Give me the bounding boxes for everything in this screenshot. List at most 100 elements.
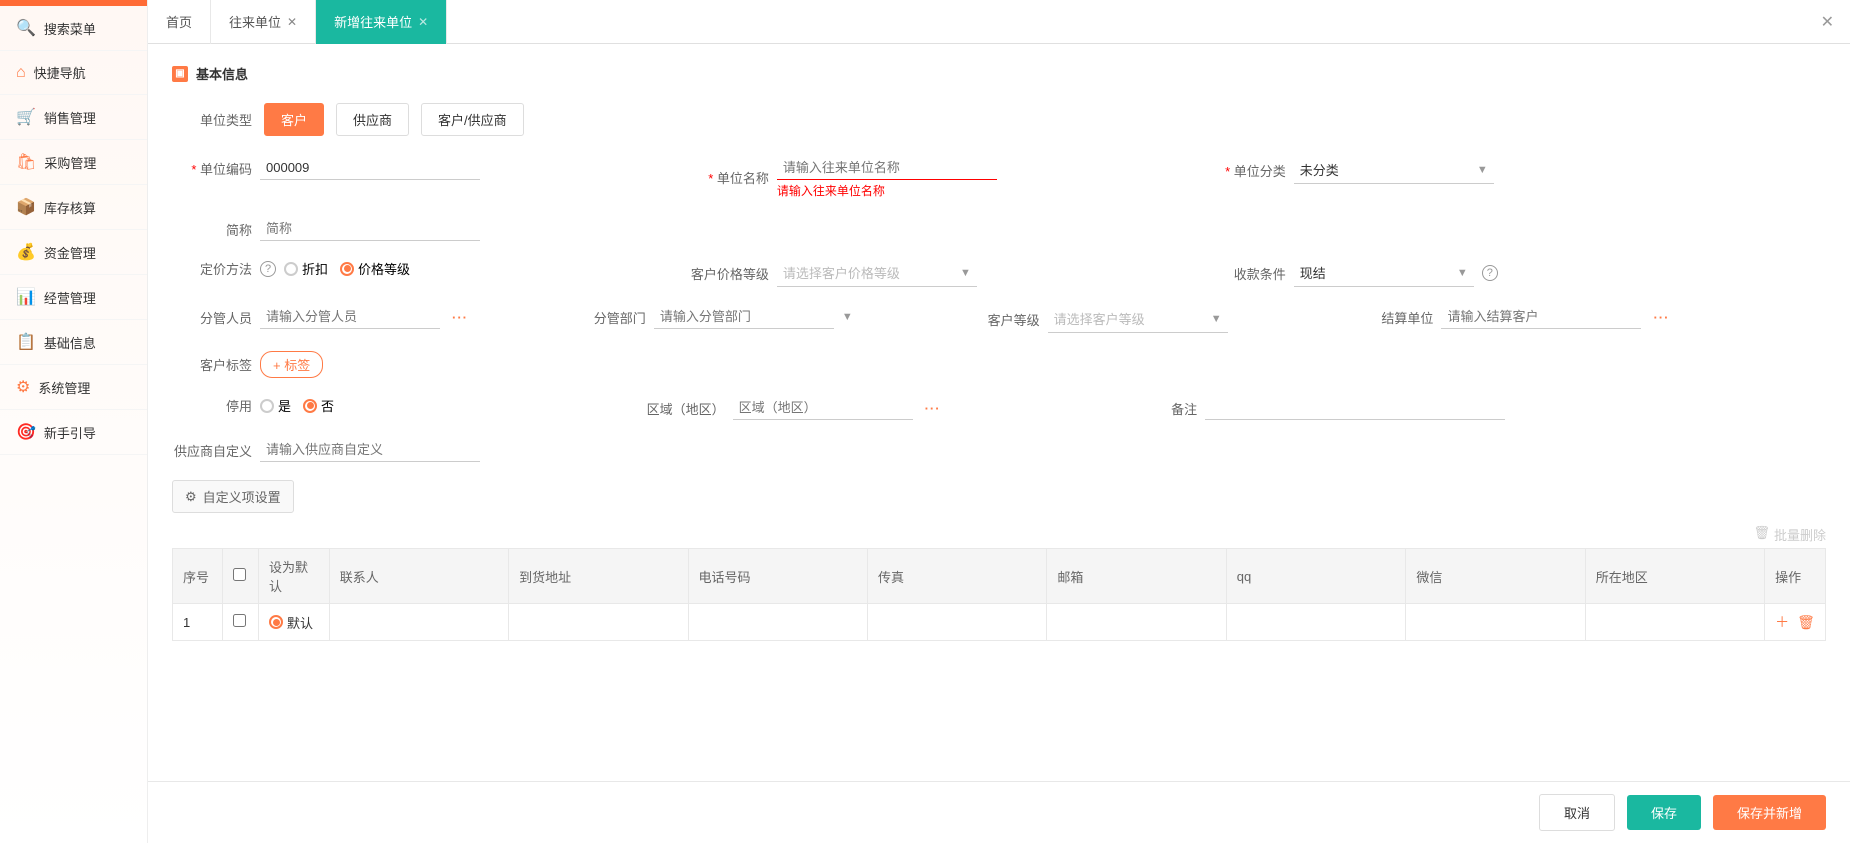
customer-tag-label: 客户标签 <box>172 355 252 374</box>
form-row-shortname: 简称 <box>172 217 1826 241</box>
disable-radio-no-label: 否 <box>321 396 334 415</box>
manager-label: 分管人员 <box>172 308 252 327</box>
phone-input[interactable] <box>699 615 857 630</box>
customer-price-level-select[interactable]: 请选择客户价格等级 ▼ <box>777 259 977 287</box>
sidebar-item-label: 搜索菜单 <box>44 19 96 38</box>
unit-category-label: 单位分类 <box>1206 161 1286 180</box>
pricing-radio-level-label: 价格等级 <box>358 259 410 278</box>
add-tag-button[interactable]: + 标签 <box>260 351 323 378</box>
col-fax: 传真 <box>867 549 1046 604</box>
row-checkbox[interactable] <box>233 614 246 627</box>
form-row-manager: 分管人员 ··· 分管部门 ▼ 客户等级 请选择客户等级 ▼ 结算单位 ··· <box>172 305 1826 333</box>
sidebar-item-inventory[interactable]: 📦 库存核算 <box>0 185 147 230</box>
customer-level-select[interactable]: 请选择客户等级 ▼ <box>1048 305 1228 333</box>
cell-email[interactable] <box>1047 604 1226 641</box>
col-qq: qq <box>1226 549 1406 604</box>
region-input[interactable] <box>733 396 913 420</box>
sidebar-item-finance[interactable]: 💰 资金管理 <box>0 230 147 275</box>
contact-input[interactable] <box>340 615 498 630</box>
manager-input[interactable] <box>260 305 440 329</box>
disable-radio-no[interactable]: 否 <box>303 396 334 415</box>
select-all-checkbox[interactable] <box>233 568 246 581</box>
col-seq: 序号 <box>173 549 223 604</box>
short-name-input[interactable] <box>260 217 480 241</box>
tab-new-partner[interactable]: 新增往来单位 ✕ <box>316 0 447 44</box>
sidebar-item-system[interactable]: ⚙ 系统管理 <box>0 365 147 410</box>
settlement-unit-more-icon[interactable]: ··· <box>1649 310 1673 325</box>
tab-bar: 首页 往来单位 ✕ 新增往来单位 ✕ ✕ <box>148 0 1850 44</box>
disable-radio-yes[interactable]: 是 <box>260 396 291 415</box>
tab-new-partner-close[interactable]: ✕ <box>418 15 428 29</box>
cell-region[interactable] <box>1585 604 1764 641</box>
cell-qq[interactable] <box>1226 604 1406 641</box>
unit-type-both-btn[interactable]: 客户/供应商 <box>421 103 524 136</box>
sidebar-item-basic[interactable]: 📋 基础信息 <box>0 320 147 365</box>
unit-type-customer-btn[interactable]: 客户 <box>264 103 324 136</box>
sidebar-item-label: 资金管理 <box>44 243 96 262</box>
unit-category-value: 未分类 <box>1300 160 1473 179</box>
disable-radio-yes-label: 是 <box>278 396 291 415</box>
cell-address[interactable] <box>509 604 688 641</box>
cell-wechat[interactable] <box>1406 604 1585 641</box>
unit-type-supplier-btn[interactable]: 供应商 <box>336 103 409 136</box>
unit-name-input[interactable] <box>777 156 997 180</box>
batch-delete-label[interactable]: 批量删除 <box>1774 525 1826 544</box>
pricing-method-label: 定价方法 <box>172 259 252 278</box>
remark-label: 备注 <box>1117 399 1197 418</box>
window-close-button[interactable]: ✕ <box>1805 12 1850 32</box>
dept-input[interactable] <box>654 305 834 329</box>
save-new-button[interactable]: 保存并新增 <box>1713 795 1826 830</box>
cell-contact[interactable] <box>329 604 508 641</box>
supplier-custom-input[interactable] <box>260 438 480 462</box>
manager-more-icon[interactable]: ··· <box>448 310 472 325</box>
sidebar-item-purchase[interactable]: 🛍 采购管理 <box>0 140 147 185</box>
fax-input[interactable] <box>878 615 1036 630</box>
system-icon: ⚙ <box>16 377 30 397</box>
customer-level-chevron-icon: ▼ <box>1211 313 1222 325</box>
sidebar-item-operations[interactable]: 📊 经营管理 <box>0 275 147 320</box>
guide-icon: 🎯 <box>16 422 36 442</box>
region-more-icon[interactable]: ··· <box>921 401 945 416</box>
custom-settings-button[interactable]: ⚙ 自定义项设置 <box>172 480 294 513</box>
region-table-input[interactable] <box>1596 615 1754 630</box>
payment-terms-help-icon[interactable]: ? <box>1482 265 1498 281</box>
sidebar-item-guide[interactable]: 🎯 新手引导 <box>0 410 147 455</box>
cell-fax[interactable] <box>867 604 1046 641</box>
payment-terms-select[interactable]: 现结 ▼ <box>1294 259 1474 287</box>
tab-partners-close[interactable]: ✕ <box>287 15 297 29</box>
pricing-help-icon[interactable]: ? <box>260 261 276 277</box>
short-name-field: 简称 <box>172 217 1826 241</box>
unit-code-input[interactable] <box>260 156 480 180</box>
settlement-unit-input[interactable] <box>1441 305 1641 329</box>
default-radio[interactable]: 默认 <box>269 613 319 632</box>
col-checkbox <box>223 549 259 604</box>
sidebar-item-sales[interactable]: 🛒 销售管理 <box>0 95 147 140</box>
qq-input[interactable] <box>1237 615 1396 630</box>
pricing-radio-discount[interactable]: 折扣 <box>284 259 328 278</box>
payment-terms-label: 收款条件 <box>1206 264 1286 283</box>
col-region: 所在地区 <box>1585 549 1764 604</box>
delete-row-icon[interactable]: 🗑 <box>1797 614 1815 631</box>
tab-partners[interactable]: 往来单位 ✕ <box>211 0 316 44</box>
cell-phone[interactable] <box>688 604 867 641</box>
form-row-1: 单位编码 单位名称 请输入往来单位名称 单位分类 未分类 ▼ <box>172 156 1826 199</box>
tab-home[interactable]: 首页 <box>148 0 211 44</box>
unit-name-error-msg: 请输入往来单位名称 <box>777 182 997 199</box>
cell-checkbox <box>223 604 259 641</box>
contacts-table: 序号 设为默认 联系人 到货地址 电话号码 传真 邮箱 qq 微信 所在地区 操… <box>172 548 1826 641</box>
save-button[interactable]: 保存 <box>1627 795 1701 830</box>
wechat-input[interactable] <box>1416 615 1574 630</box>
remark-field: 备注 <box>1117 396 1826 420</box>
email-input[interactable] <box>1057 615 1215 630</box>
sidebar-item-quicknav[interactable]: ⌂ 快捷导航 <box>0 51 147 95</box>
pricing-radio-level[interactable]: 价格等级 <box>340 259 410 278</box>
unit-category-chevron-icon: ▼ <box>1477 164 1488 176</box>
sidebar-item-label: 采购管理 <box>44 153 96 172</box>
cancel-button[interactable]: 取消 <box>1539 794 1615 831</box>
remark-input[interactable] <box>1205 396 1505 420</box>
add-row-icon[interactable]: ＋ <box>1775 612 1789 632</box>
unit-category-select[interactable]: 未分类 ▼ <box>1294 156 1494 184</box>
gear-icon: ⚙ <box>185 489 197 505</box>
address-input[interactable] <box>519 615 677 630</box>
sidebar-item-search[interactable]: 🔍 搜索菜单 <box>0 6 147 51</box>
